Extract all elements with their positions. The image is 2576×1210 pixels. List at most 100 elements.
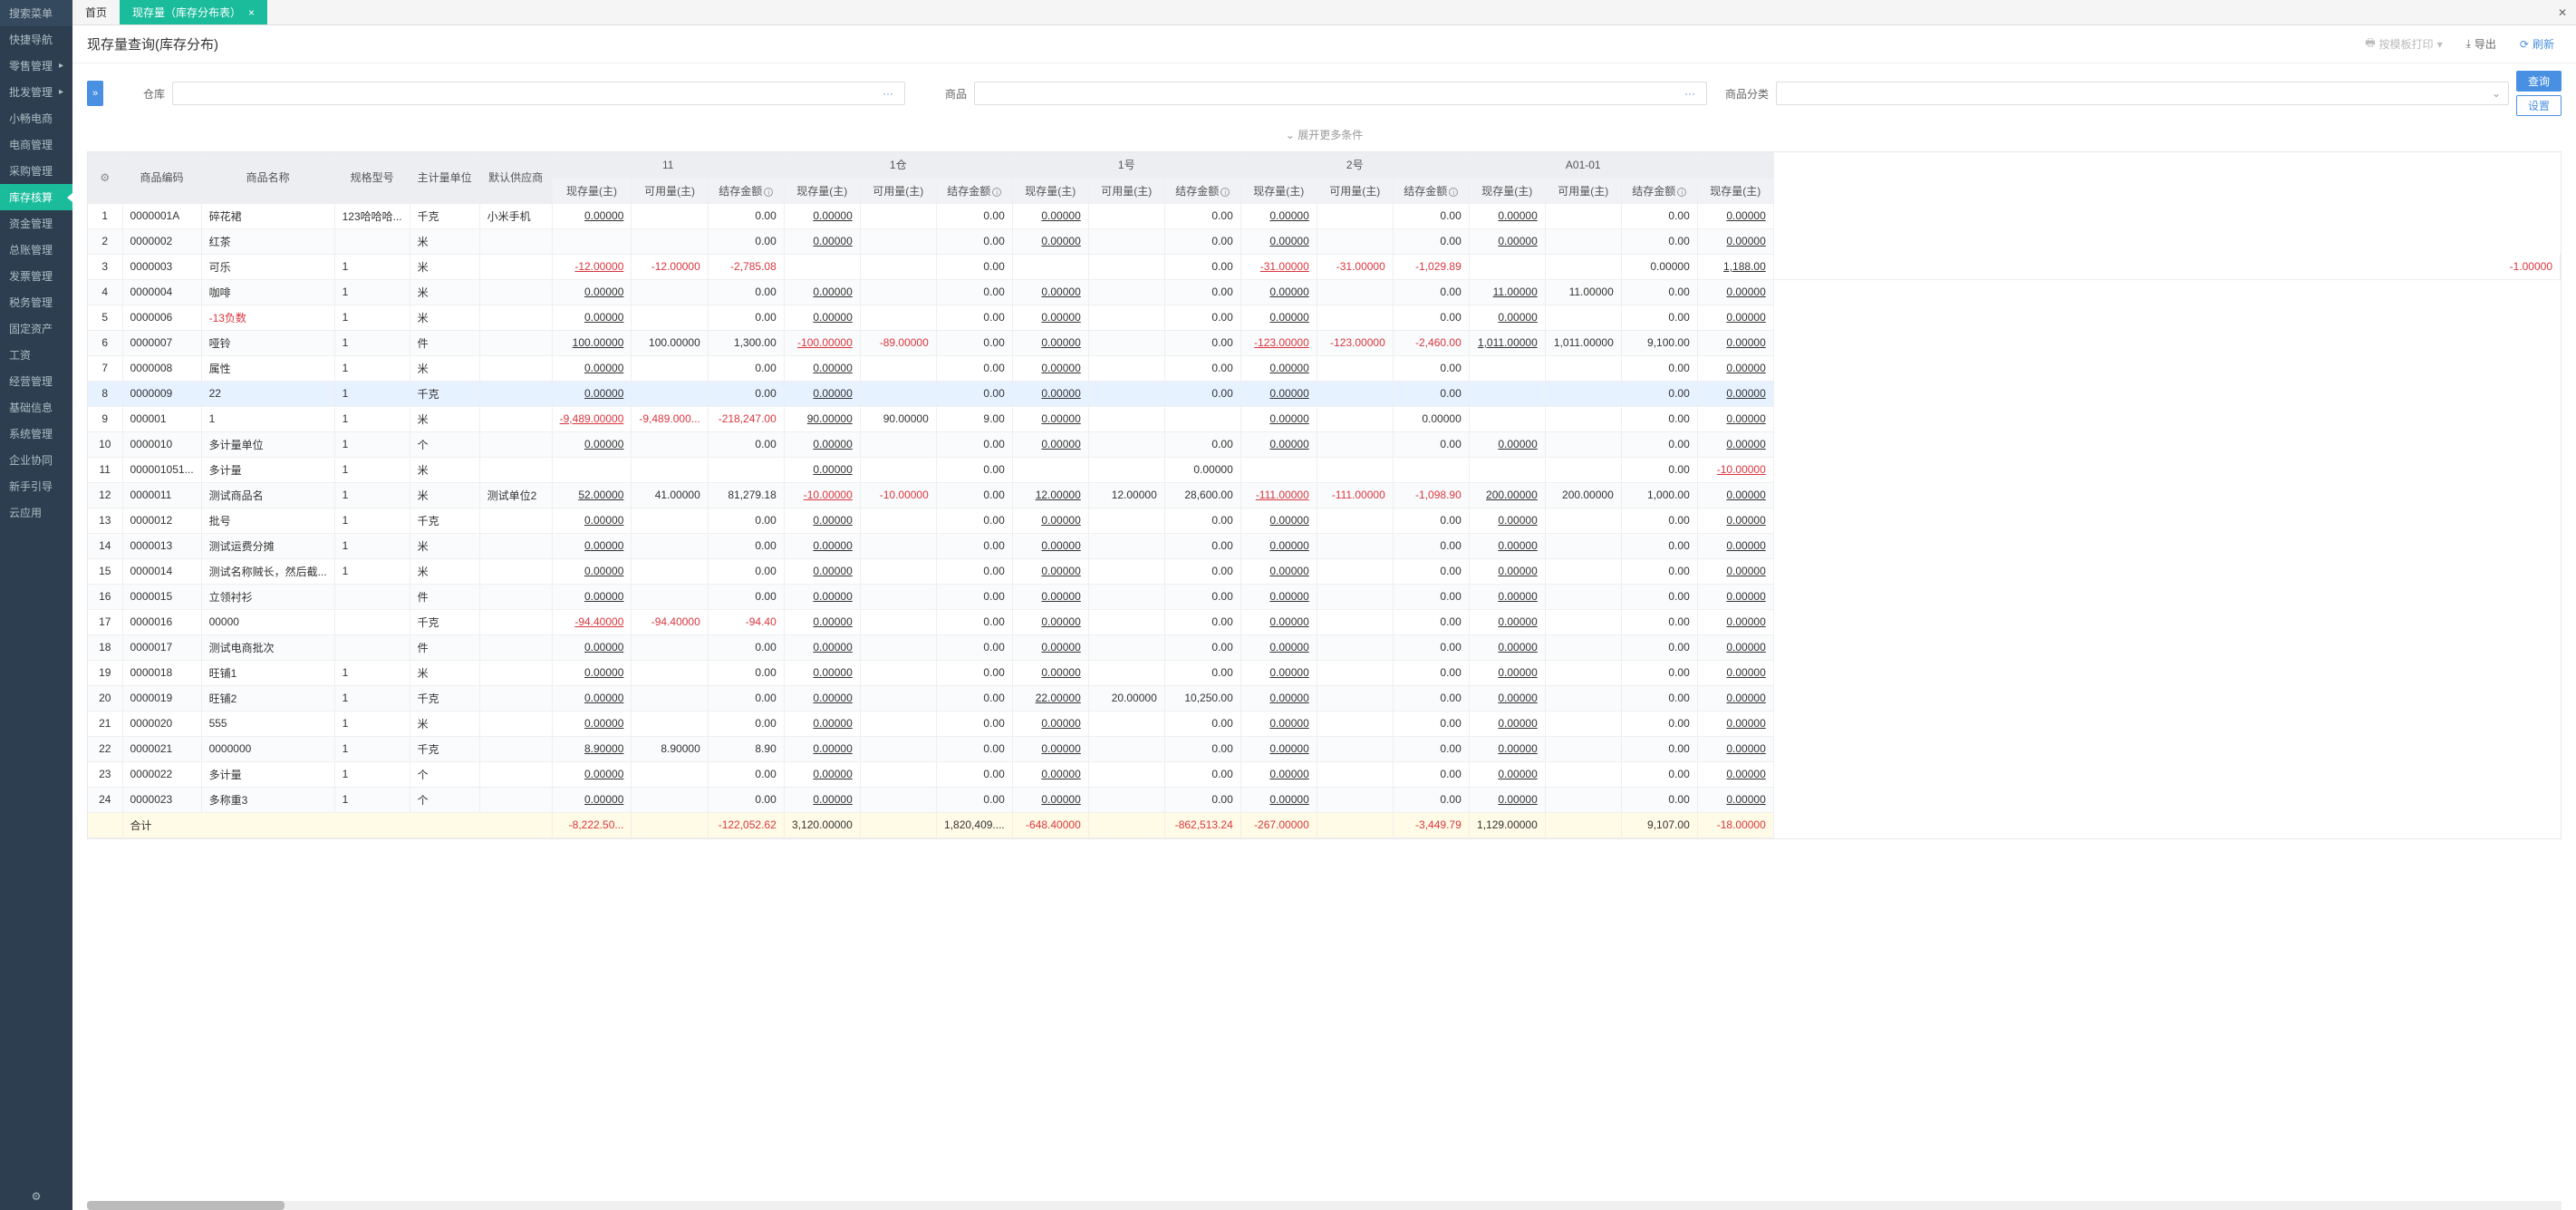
cell[interactable]: 0.00000 <box>1012 355 1088 381</box>
info-icon[interactable]: i <box>1449 188 1458 197</box>
close-all-tabs[interactable]: ✕ <box>2549 0 2576 24</box>
cell[interactable]: 0.00000 <box>1697 584 1773 609</box>
cell[interactable]: 0.00000 <box>1240 406 1317 431</box>
sidebar-item-19[interactable]: 云应用 <box>0 499 72 526</box>
sidebar-item-10[interactable]: 发票管理 <box>0 263 72 289</box>
cell[interactable]: 0.00000 <box>552 711 632 736</box>
table-row[interactable]: 100000010多计量单位1个0.000000.000.000000.000.… <box>88 431 2561 457</box>
cell[interactable]: 0.00000 <box>552 685 632 711</box>
col-warehouse-2[interactable]: 1号 <box>1012 152 1240 178</box>
cell[interactable]: 0.00000 <box>1697 431 1773 457</box>
cell[interactable]: -111.00000 <box>1240 482 1317 508</box>
cell[interactable]: 0.00000 <box>784 787 860 812</box>
cell[interactable]: 0.00000 <box>1697 685 1773 711</box>
sidebar-item-17[interactable]: 企业协同 <box>0 447 72 473</box>
cell[interactable]: 1,188.00 <box>1697 254 1773 279</box>
table-row[interactable]: 30000003可乐1米-12.00000-12.00000-2,785.080… <box>88 254 2561 279</box>
subcol-4[interactable]: 可用量(主) <box>860 178 936 203</box>
cell[interactable]: 0.00000 <box>1240 685 1317 711</box>
table-scroll[interactable]: ⚙商品编码商品名称规格型号主计量单位默认供应商111仓1号2号A01-01 现存… <box>87 151 2562 839</box>
cell[interactable]: 0.00000 <box>1469 787 1545 812</box>
cell[interactable]: 0.00000 <box>784 355 860 381</box>
cell[interactable]: 0.00000 <box>1469 431 1545 457</box>
query-button[interactable]: 查询 <box>2516 71 2562 92</box>
cell[interactable]: 0.00000 <box>784 711 860 736</box>
filter-input-warehouse[interactable]: ··· <box>172 82 905 105</box>
sidebar-item-8[interactable]: 资金管理 <box>0 210 72 237</box>
cell[interactable]: 0.00000 <box>1240 228 1317 254</box>
filter-input-category[interactable]: ⌄ <box>1776 82 2509 105</box>
cell[interactable]: 0.00000 <box>784 609 860 634</box>
cell[interactable]: 0.00000 <box>1240 736 1317 761</box>
cell[interactable]: 0.00000 <box>1469 761 1545 787</box>
col-warehouse-5[interactable] <box>1697 152 1773 178</box>
category-input[interactable] <box>1784 87 2492 100</box>
table-row[interactable]: 11000001051...多计量1米0.000000.000.000000.0… <box>88 457 2561 482</box>
col-name[interactable]: 商品名称 <box>201 152 334 203</box>
tab-0[interactable]: 首页 <box>72 0 120 24</box>
cell[interactable]: 0.00000 <box>1240 203 1317 228</box>
cell[interactable]: -12.00000 <box>552 254 632 279</box>
filter-collapse-toggle[interactable]: » <box>87 81 103 106</box>
cell[interactable]: 0.00000 <box>1697 381 1773 406</box>
cell[interactable]: 0.00000 <box>784 685 860 711</box>
cell[interactable]: 0.00000 <box>1469 711 1545 736</box>
table-row[interactable]: 17000001600000千克-94.40000-94.40000-94.40… <box>88 609 2561 634</box>
subcol-7[interactable]: 可用量(主) <box>1088 178 1164 203</box>
cell[interactable]: 0.00000 <box>1240 279 1317 305</box>
subcol-0[interactable]: 现存量(主) <box>552 178 632 203</box>
cell[interactable]: 0.00000 <box>1240 787 1317 812</box>
cell[interactable]: 8.90000 <box>552 736 632 761</box>
sidebar-item-0[interactable]: 搜索菜单 <box>0 0 72 26</box>
info-icon[interactable]: i <box>1677 188 1686 197</box>
cell[interactable]: 0.00000 <box>1012 761 1088 787</box>
cell[interactable]: 0.00000 <box>1469 584 1545 609</box>
info-icon[interactable]: i <box>764 188 773 197</box>
horizontal-scrollbar[interactable] <box>87 1201 2562 1210</box>
col-warehouse-4[interactable]: A01-01 <box>1469 152 1697 178</box>
column-settings[interactable]: ⚙ <box>88 152 122 203</box>
table-row[interactable]: 140000013测试运费分摊1米0.000000.000.000000.000… <box>88 533 2561 558</box>
subcol-9[interactable]: 现存量(主) <box>1240 178 1317 203</box>
table-row[interactable]: 160000015立领衬衫件0.000000.000.000000.000.00… <box>88 584 2561 609</box>
cell[interactable]: 0.00000 <box>552 558 632 584</box>
filter-input-product[interactable]: ··· <box>974 82 1707 105</box>
cell[interactable]: 0.00000 <box>784 533 860 558</box>
subcol-12[interactable]: 现存量(主) <box>1469 178 1545 203</box>
cell[interactable]: -123.00000 <box>1240 330 1317 355</box>
cell[interactable]: -31.00000 <box>1240 254 1317 279</box>
subcol-6[interactable]: 现存量(主) <box>1012 178 1088 203</box>
sidebar-item-11[interactable]: 税务管理 <box>0 289 72 315</box>
cell[interactable]: 0.00000 <box>784 558 860 584</box>
cell[interactable]: 0.00000 <box>1240 305 1317 330</box>
cell[interactable]: 0.00000 <box>1469 634 1545 660</box>
table-row[interactable]: 22000002100000001千克8.900008.900008.900.0… <box>88 736 2561 761</box>
sidebar-item-13[interactable]: 工资 <box>0 342 72 368</box>
cell[interactable]: 0.00000 <box>1012 533 1088 558</box>
cell[interactable]: 0.00000 <box>552 279 632 305</box>
cell[interactable]: 0.00000 <box>552 305 632 330</box>
cell[interactable]: 0.00000 <box>552 584 632 609</box>
cell[interactable]: 0.00000 <box>552 660 632 685</box>
cell[interactable]: 0.00000 <box>784 457 860 482</box>
sidebar-item-2[interactable]: 零售管理▸ <box>0 53 72 79</box>
cell[interactable]: 1,011.00000 <box>1469 330 1545 355</box>
table-row[interactable]: 900000111米-9,489.00000-9,489.000...-218,… <box>88 406 2561 431</box>
cell[interactable]: 0.00000 <box>1012 711 1088 736</box>
cell[interactable]: 0.00000 <box>1697 660 1773 685</box>
table-row[interactable]: 130000012批号1千克0.000000.000.000000.000.00… <box>88 508 2561 533</box>
sidebar-item-15[interactable]: 基础信息 <box>0 394 72 421</box>
cell[interactable]: 0.00000 <box>1240 381 1317 406</box>
table-row[interactable]: 40000004咖啡1米0.000000.000.000000.000.0000… <box>88 279 2561 305</box>
subcol-2[interactable]: 结存金额i <box>708 178 784 203</box>
cell[interactable]: 0.00000 <box>784 228 860 254</box>
refresh-button[interactable]: ⟳ 刷新 <box>2513 34 2562 54</box>
sidebar-item-12[interactable]: 固定资产 <box>0 315 72 342</box>
cell[interactable]: 0.00000 <box>1240 761 1317 787</box>
table-row[interactable]: 80000009221千克0.000000.000.000000.000.000… <box>88 381 2561 406</box>
warehouse-picker[interactable]: ··· <box>879 87 897 100</box>
cell[interactable]: 0.00000 <box>1012 406 1088 431</box>
col-code[interactable]: 商品编码 <box>122 152 201 203</box>
subcol-10[interactable]: 可用量(主) <box>1317 178 1393 203</box>
cell[interactable]: 0.00000 <box>784 736 860 761</box>
